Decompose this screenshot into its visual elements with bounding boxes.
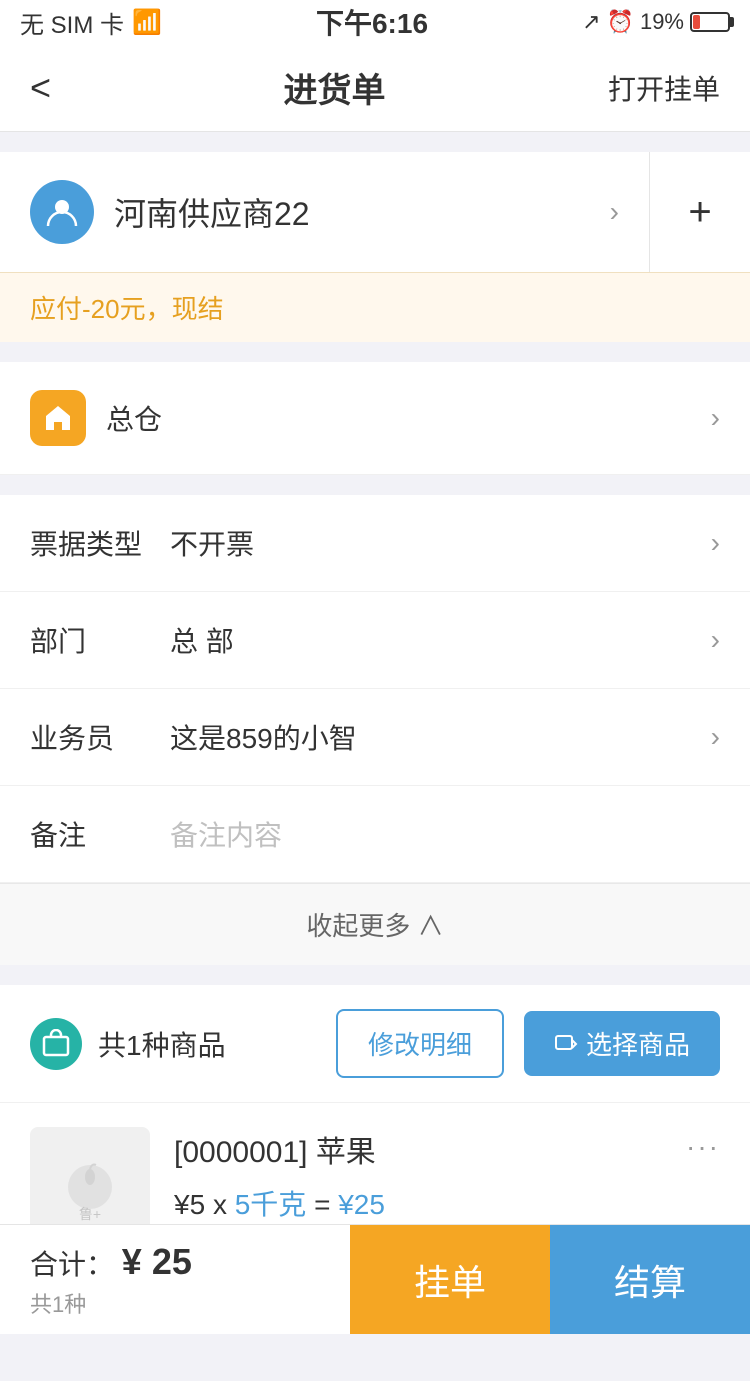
- warehouse-icon: [30, 390, 86, 446]
- department-chevron-icon: ›: [711, 624, 720, 656]
- checkout-button[interactable]: 结算: [550, 1225, 750, 1334]
- department-value: 总 部: [170, 620, 711, 660]
- battery-icon: [690, 12, 730, 32]
- status-bar: 无 SIM 卡 📶 下午6:16 ↗ ⏰ 19%: [0, 0, 750, 44]
- product-name: [0000001] 苹果: [174, 1127, 660, 1171]
- department-row[interactable]: 部门 总 部 ›: [0, 592, 750, 689]
- supplier-select-button[interactable]: 河南供应商22 ›: [0, 152, 650, 272]
- nav-bar: < 进货单 打开挂单: [0, 44, 750, 132]
- open-pending-button[interactable]: 打开挂单: [608, 68, 720, 108]
- form-section: 票据类型 不开票 › 部门 总 部 › 业务员 这是859的小智 › 备注 备注…: [0, 495, 750, 965]
- salesperson-row[interactable]: 业务员 这是859的小智 ›: [0, 689, 750, 786]
- salesperson-value: 这是859的小智: [170, 717, 711, 757]
- product-header-icon: [30, 1018, 82, 1070]
- warehouse-name: 总仓: [106, 398, 711, 438]
- product-info: [0000001] 苹果 ¥5 x 5千克 = ¥25: [174, 1127, 660, 1223]
- salesperson-label: 业务员: [30, 717, 170, 757]
- page-title: 进货单: [61, 63, 608, 112]
- collapse-button[interactable]: 收起更多 ∧: [0, 883, 750, 965]
- back-button[interactable]: <: [20, 57, 61, 119]
- payment-hint: 应付-20元，现结: [0, 272, 750, 342]
- product-count: 共1种商品: [98, 1024, 336, 1064]
- product-header: 共1种商品 修改明细 选择商品: [0, 985, 750, 1103]
- plus-icon: +: [688, 190, 711, 235]
- more-dots-icon: ···: [686, 1131, 720, 1163]
- supplier-section: 河南供应商22 › +: [0, 152, 750, 272]
- warehouse-row[interactable]: 总仓 ›: [0, 362, 750, 475]
- bottom-bar: 合计： ¥ 25 共1种 挂单 结算: [0, 1224, 750, 1334]
- edit-detail-button[interactable]: 修改明细: [336, 1009, 504, 1078]
- section-gap-1: [0, 132, 750, 152]
- remark-label: 备注: [30, 814, 170, 854]
- invoice-type-row[interactable]: 票据类型 不开票 ›: [0, 495, 750, 592]
- total-amount: ¥ 25: [122, 1241, 192, 1282]
- invoice-type-value: 不开票: [170, 523, 711, 563]
- status-carrier: 无 SIM 卡 📶: [20, 5, 162, 40]
- salesperson-chevron-icon: ›: [711, 721, 720, 753]
- supplier-name: 河南供应商22: [114, 189, 610, 235]
- supplier-add-button[interactable]: +: [650, 152, 750, 272]
- select-product-button[interactable]: 选择商品: [524, 1011, 720, 1076]
- invoice-type-label: 票据类型: [30, 523, 170, 563]
- section-gap-3: [0, 475, 750, 495]
- status-right: ↗ ⏰ 19%: [582, 9, 730, 35]
- total-count: 共1种: [30, 1287, 320, 1319]
- department-label: 部门: [30, 620, 170, 660]
- remark-value: 备注内容: [170, 814, 720, 854]
- hang-order-button[interactable]: 挂单: [350, 1225, 550, 1334]
- total-label: 合计：: [30, 1249, 114, 1280]
- total-section: 合计： ¥ 25 共1种: [0, 1225, 350, 1334]
- warehouse-chevron-icon: ›: [711, 402, 720, 434]
- invoice-type-chevron-icon: ›: [711, 527, 720, 559]
- supplier-chevron-icon: ›: [610, 196, 619, 228]
- product-more-button[interactable]: ···: [660, 1127, 720, 1163]
- remark-row[interactable]: 备注 备注内容: [0, 786, 750, 883]
- svg-text:鲁+: 鲁+: [79, 1206, 101, 1222]
- supplier-avatar: [30, 180, 94, 244]
- section-gap-2: [0, 342, 750, 362]
- section-gap-4: [0, 965, 750, 985]
- select-product-label: 选择商品: [586, 1025, 690, 1062]
- product-price: ¥5 x 5千克 = ¥25: [174, 1183, 660, 1223]
- status-time: 下午6:16: [316, 2, 428, 42]
